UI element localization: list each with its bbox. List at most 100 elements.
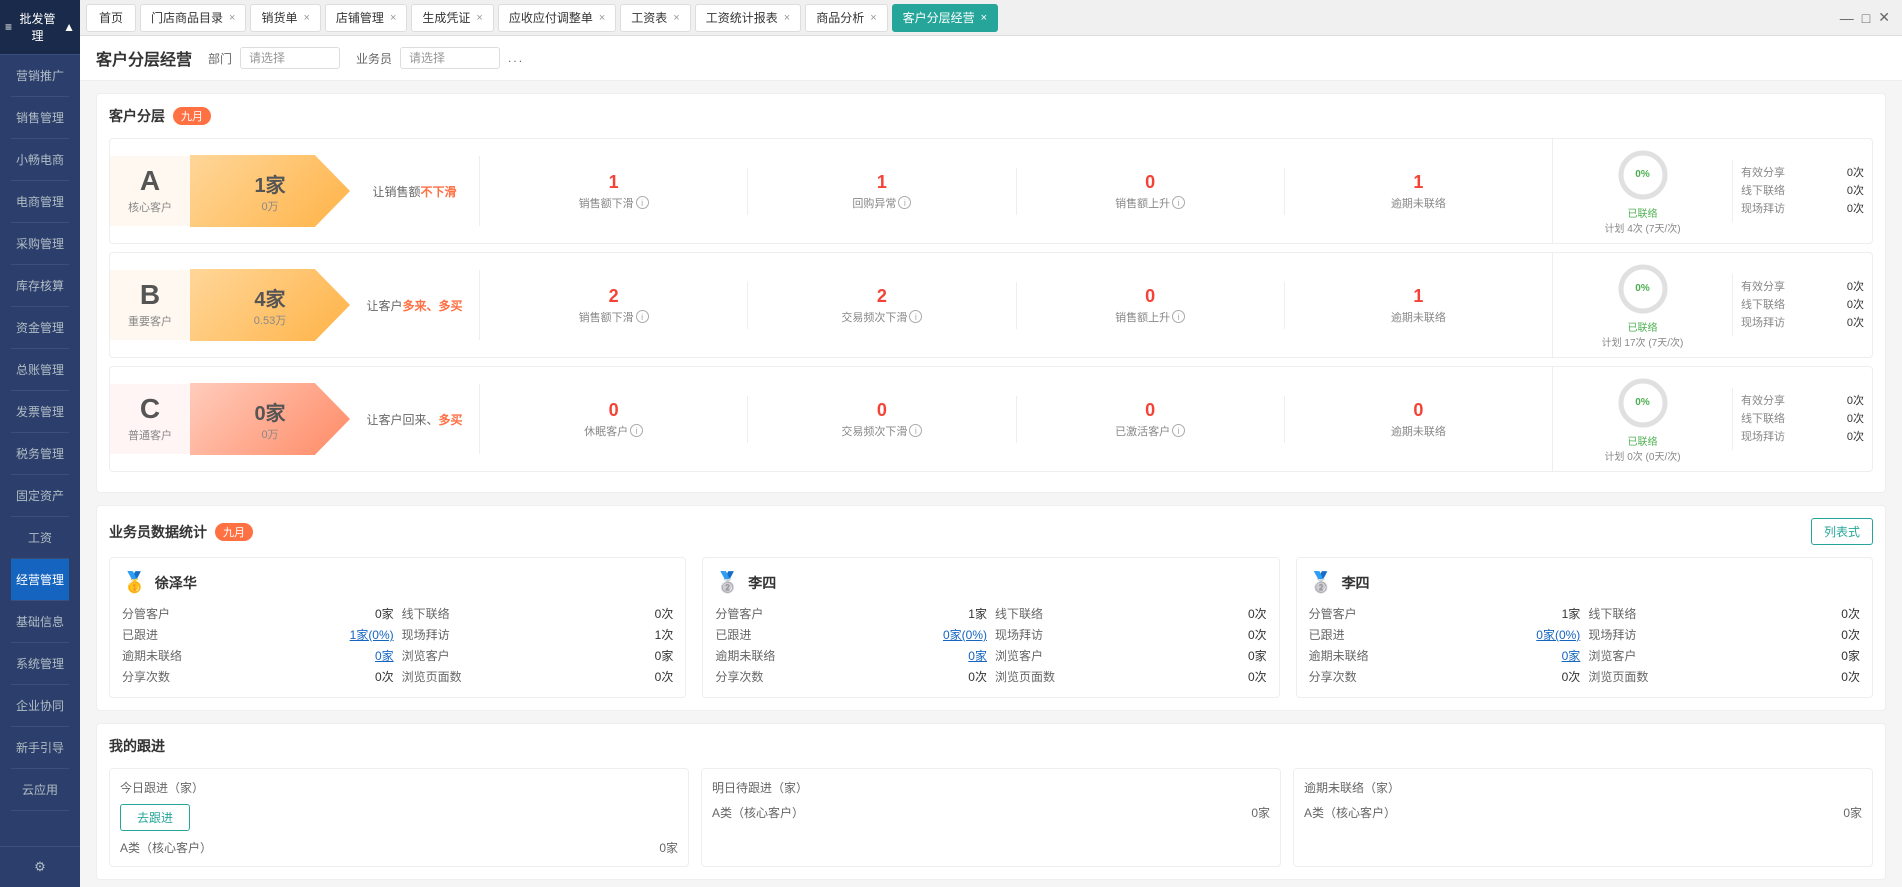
tab-工资表[interactable]: 工资表× xyxy=(620,4,690,32)
sidebar-item-小畅电商[interactable]: 小畅电商 xyxy=(11,139,69,181)
sales-stat-val-2[interactable]: 1家(0%) xyxy=(350,626,394,643)
tab-home[interactable]: 首页 xyxy=(86,4,136,32)
tier-stat-0[interactable]: 2 销售额下滑 i xyxy=(480,282,748,329)
sidebar-item-销售管理[interactable]: 销售管理 xyxy=(11,97,69,139)
dept-select[interactable]: 请选择 xyxy=(240,47,340,69)
tier-stat-1[interactable]: 1 回购异常 i xyxy=(748,168,1016,215)
tab-销货单[interactable]: 销货单× xyxy=(250,4,320,32)
sales-stat-val-4[interactable]: 0家 xyxy=(375,647,394,664)
tier-stat-0[interactable]: 0 休眠客户 i xyxy=(480,396,748,443)
tab-close-门店商品目录[interactable]: × xyxy=(229,12,235,24)
sidebar-item-系统管理[interactable]: 系统管理 xyxy=(11,643,69,685)
sidebar-item-税务管理[interactable]: 税务管理 xyxy=(11,433,69,475)
tier-stat-2[interactable]: 0 已激活客户 i xyxy=(1017,396,1285,443)
tier-stat-0[interactable]: 1 销售额下滑 i xyxy=(480,168,748,215)
info-icon[interactable]: i xyxy=(898,196,911,209)
tab-close-应收应付调整单[interactable]: × xyxy=(599,12,605,24)
right-stat-row: 有效分享0次 xyxy=(1741,278,1864,294)
tab-close-工资统计报表[interactable]: × xyxy=(784,12,790,24)
close-button[interactable]: ✕ xyxy=(1878,9,1890,26)
tier-count-B: 4家 0.53万 xyxy=(190,269,350,341)
tab-工资统计报表[interactable]: 工资统计报表× xyxy=(695,4,801,32)
tier-action-C: 让客户回来、多买 xyxy=(350,384,480,454)
sidebar-item-基础信息[interactable]: 基础信息 xyxy=(11,601,69,643)
tab-close-客户分层经营[interactable]: × xyxy=(981,12,987,24)
tier-stat-3[interactable]: 1 逾期未联络 xyxy=(1285,168,1552,215)
sidebar-item-营销推广[interactable]: 营销推广 xyxy=(11,55,69,97)
sales-name-2: 李四 xyxy=(1342,573,1370,593)
tab-商品分析[interactable]: 商品分析× xyxy=(805,4,887,32)
right-stat-row: 现场拜访0次 xyxy=(1741,314,1864,330)
tier-stat-2[interactable]: 0 销售额上升 i xyxy=(1017,282,1285,329)
minimize-button[interactable]: — xyxy=(1840,10,1854,26)
tier-stat-1[interactable]: 2 交易频次下滑 i xyxy=(748,282,1016,329)
sales-stat-val-4[interactable]: 0家 xyxy=(968,647,987,664)
info-icon[interactable]: i xyxy=(1172,424,1185,437)
info-icon[interactable]: i xyxy=(909,424,922,437)
right-stat-row: 有效分享0次 xyxy=(1741,392,1864,408)
sales-stat-6: 分享次数 0次 xyxy=(1309,668,1581,685)
follow-btn[interactable]: 去跟进 xyxy=(120,804,190,831)
sidebar-item-总账管理[interactable]: 总账管理 xyxy=(11,349,69,391)
sales-stat-val-2[interactable]: 0家(0%) xyxy=(1536,626,1580,643)
tier-stat-label-3: 逾期未联络 xyxy=(1293,423,1544,439)
sales-stat-label-1: 线下联络 xyxy=(402,605,450,622)
tab-close-商品分析[interactable]: × xyxy=(870,12,876,24)
staff-select[interactable]: 请选择 xyxy=(400,47,500,69)
followup-tier-label: A类（核心客户） xyxy=(120,839,212,856)
followup-tier-val: 0家 xyxy=(1251,804,1270,821)
tier-label-B: B重要客户 xyxy=(110,270,190,340)
tier-label-A: A核心客户 xyxy=(110,156,190,226)
tab-close-店铺管理[interactable]: × xyxy=(390,12,396,24)
tier-stat-3[interactable]: 1 逾期未联络 xyxy=(1285,282,1552,329)
sidebar-item-库存核算[interactable]: 库存核算 xyxy=(11,265,69,307)
list-view-button[interactable]: 列表式 xyxy=(1811,518,1873,545)
sidebar-item-云应用[interactable]: 云应用 xyxy=(11,769,69,811)
info-icon[interactable]: i xyxy=(630,424,643,437)
tier-count-sub-A: 0万 xyxy=(254,198,285,214)
sales-stat-3: 现场拜访 1次 xyxy=(402,626,674,643)
tab-生成凭证[interactable]: 生成凭证× xyxy=(411,4,493,32)
sales-stat-val-0: 0家 xyxy=(375,605,394,622)
info-icon[interactable]: i xyxy=(1172,310,1185,323)
info-icon[interactable]: i xyxy=(1172,196,1185,209)
tier-stat-label-2: 销售额上升 i xyxy=(1025,195,1276,211)
sales-stats-grid-0: 分管客户 0家 线下联络 0次 已跟进 1家(0%) 现场拜访 1次 逾期未联络… xyxy=(122,605,673,685)
tab-店铺管理[interactable]: 店铺管理× xyxy=(325,4,407,32)
sidebar-item-经营管理[interactable]: 经营管理 xyxy=(11,559,69,601)
info-icon[interactable]: i xyxy=(909,310,922,323)
settings-button[interactable]: ⚙ xyxy=(0,846,80,887)
sales-stat-val-2[interactable]: 0家(0%) xyxy=(943,626,987,643)
sales-stat-5: 浏览客户 0家 xyxy=(402,647,674,664)
tab-客户分层经营[interactable]: 客户分层经营× xyxy=(892,4,998,32)
tier-stat-1[interactable]: 0 交易频次下滑 i xyxy=(748,396,1016,443)
tier-stat-num-2: 0 xyxy=(1025,286,1276,307)
tier-right-stats-B: 有效分享0次线下联络0次现场拜访0次 xyxy=(1732,274,1872,336)
sales-month: 九月 xyxy=(215,523,253,541)
sidebar-item-资金管理[interactable]: 资金管理 xyxy=(11,307,69,349)
sales-stat-6: 分享次数 0次 xyxy=(715,668,987,685)
sidebar-item-固定资产[interactable]: 固定资产 xyxy=(11,475,69,517)
tab-门店商品目录[interactable]: 门店商品目录× xyxy=(140,4,246,32)
info-icon[interactable]: i xyxy=(636,196,649,209)
sidebar-item-采购管理[interactable]: 采购管理 xyxy=(11,223,69,265)
more-filters[interactable]: ... xyxy=(508,51,524,65)
sidebar-item-企业协同[interactable]: 企业协同 xyxy=(11,685,69,727)
sidebar-item-电商管理[interactable]: 电商管理 xyxy=(11,181,69,223)
tier-stat-2[interactable]: 0 销售额上升 i xyxy=(1017,168,1285,215)
tier-stat-3[interactable]: 0 逾期未联络 xyxy=(1285,396,1552,443)
sidebar-header[interactable]: ≡ 批发管理 ▲ xyxy=(0,0,80,55)
tab-close-销货单[interactable]: × xyxy=(303,12,309,24)
sidebar-item-发票管理[interactable]: 发票管理 xyxy=(11,391,69,433)
info-icon[interactable]: i xyxy=(636,310,649,323)
tab-close-生成凭证[interactable]: × xyxy=(476,12,482,24)
sales-stats-grid-2: 分管客户 1家 线下联络 0次 已跟进 0家(0%) 现场拜访 0次 逾期未联络… xyxy=(1309,605,1860,685)
maximize-button[interactable]: □ xyxy=(1862,10,1870,26)
tab-应收应付调整单[interactable]: 应收应付调整单× xyxy=(498,4,616,32)
sidebar-item-工资[interactable]: 工资 xyxy=(11,517,69,559)
followup-col-0: 今日跟进（家）去跟进 A类（核心客户） 0家 xyxy=(109,768,689,867)
sales-stat-val-4[interactable]: 0家 xyxy=(1562,647,1581,664)
sidebar-item-新手引导[interactable]: 新手引导 xyxy=(11,727,69,769)
sales-medal-2: 🥈 xyxy=(1309,570,1334,595)
tab-close-工资表[interactable]: × xyxy=(673,12,679,24)
